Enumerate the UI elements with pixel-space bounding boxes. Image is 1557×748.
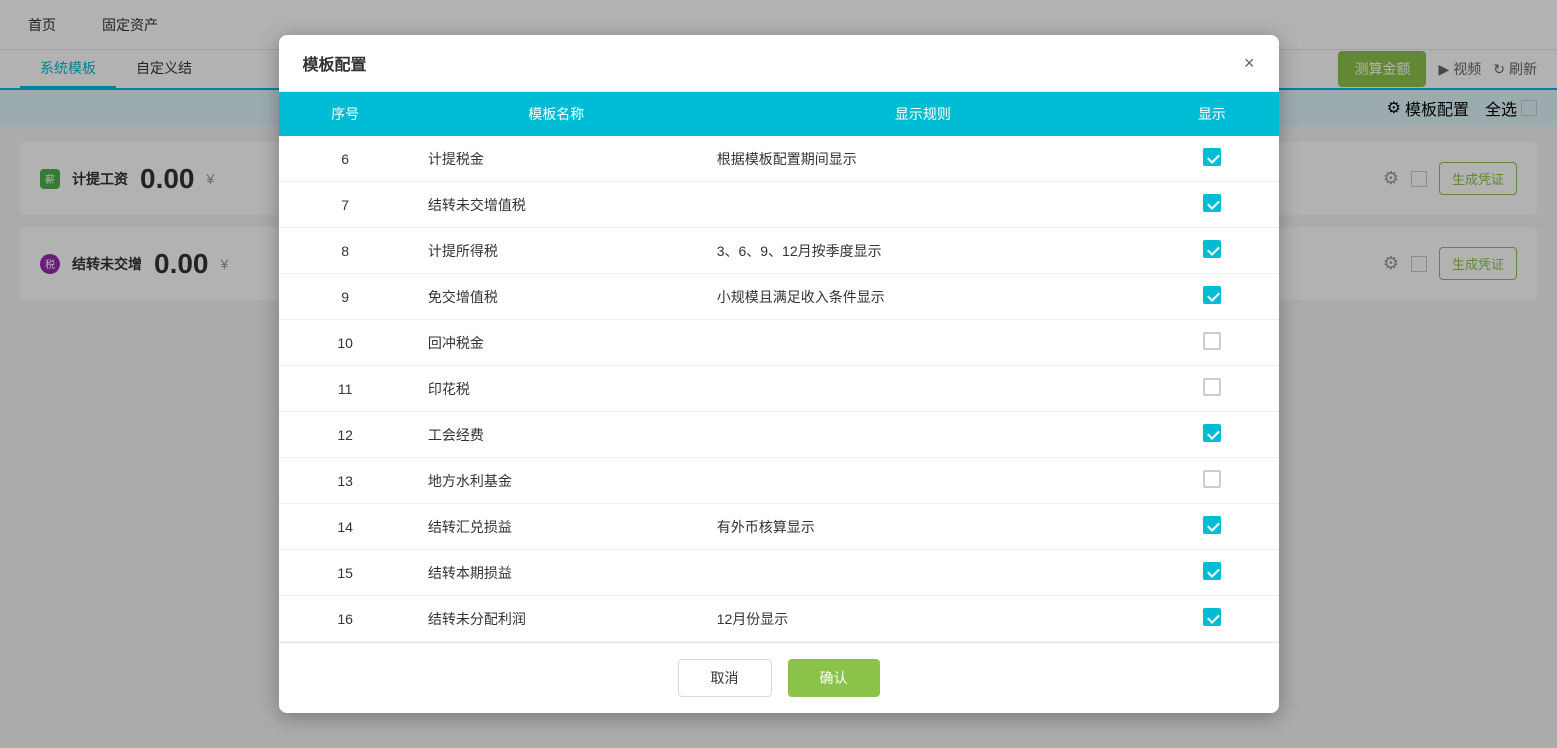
cell-name: 回冲税金 [412,320,701,366]
cell-checkbox [1145,182,1278,228]
cell-rule [701,550,1145,596]
cell-id: 7 [279,182,412,228]
table-header: 序号 模板名称 显示规则 显示 [279,92,1279,136]
cell-checkbox [1145,274,1278,320]
cell-id: 9 [279,274,412,320]
row-checkbox[interactable] [1203,378,1221,396]
cell-checkbox [1145,504,1278,550]
cell-id: 15 [279,550,412,596]
table-row: 13地方水利基金 [279,458,1279,504]
modal-close-button[interactable]: × [1244,54,1255,72]
modal-body: 序号 模板名称 显示规则 显示 6计提税金根据模板配置期间显示7结转未交增值税8… [279,92,1279,642]
row-checkbox[interactable] [1203,424,1221,442]
cell-checkbox [1145,366,1278,412]
row-checkbox[interactable] [1203,562,1221,580]
cell-name: 计提所得税 [412,228,701,274]
row-checkbox[interactable] [1203,470,1221,488]
cell-rule: 12月份显示 [701,596,1145,642]
table-row: 7结转未交增值税 [279,182,1279,228]
cell-id: 12 [279,412,412,458]
cell-id: 11 [279,366,412,412]
row-checkbox[interactable] [1203,332,1221,350]
table-row: 9免交增值税小规模且满足收入条件显示 [279,274,1279,320]
col-header-rule: 显示规则 [701,92,1145,136]
row-checkbox[interactable] [1203,240,1221,258]
table-row: 10回冲税金 [279,320,1279,366]
cell-name: 结转未分配利润 [412,596,701,642]
cell-rule [701,366,1145,412]
config-table: 序号 模板名称 显示规则 显示 6计提税金根据模板配置期间显示7结转未交增值税8… [279,92,1279,642]
cell-rule: 3、6、9、12月按季度显示 [701,228,1145,274]
table-row: 15结转本期损益 [279,550,1279,596]
table-row: 14结转汇兑损益有外币核算显示 [279,504,1279,550]
cell-name: 结转未交增值税 [412,182,701,228]
cell-rule [701,412,1145,458]
cell-id: 6 [279,136,412,182]
cell-rule: 根据模板配置期间显示 [701,136,1145,182]
cell-id: 13 [279,458,412,504]
table-row: 6计提税金根据模板配置期间显示 [279,136,1279,182]
col-header-id: 序号 [279,92,412,136]
cell-checkbox [1145,228,1278,274]
row-checkbox[interactable] [1203,516,1221,534]
cancel-button[interactable]: 取消 [678,659,772,697]
cell-name: 工会经费 [412,412,701,458]
cell-id: 8 [279,228,412,274]
cell-id: 16 [279,596,412,642]
cell-name: 结转本期损益 [412,550,701,596]
cell-name: 印花税 [412,366,701,412]
template-config-modal: 模板配置 × 序号 模板名称 显示规则 显示 6计提税金根据模板配置期间显示7结… [279,35,1279,713]
row-checkbox[interactable] [1203,286,1221,304]
col-header-name: 模板名称 [412,92,701,136]
cell-checkbox [1145,458,1278,504]
cell-rule: 有外币核算显示 [701,504,1145,550]
modal-header: 模板配置 × [279,35,1279,92]
modal-overlay: 模板配置 × 序号 模板名称 显示规则 显示 6计提税金根据模板配置期间显示7结… [0,0,1557,748]
row-checkbox[interactable] [1203,148,1221,166]
modal-title: 模板配置 [303,51,367,75]
cell-checkbox [1145,136,1278,182]
cell-rule [701,458,1145,504]
cell-checkbox [1145,550,1278,596]
cell-rule: 小规模且满足收入条件显示 [701,274,1145,320]
cell-name: 结转汇兑损益 [412,504,701,550]
cell-name: 免交增值税 [412,274,701,320]
row-checkbox[interactable] [1203,608,1221,626]
cell-name: 地方水利基金 [412,458,701,504]
cell-id: 10 [279,320,412,366]
cell-name: 计提税金 [412,136,701,182]
confirm-button[interactable]: 确认 [788,659,880,697]
cell-checkbox [1145,412,1278,458]
table-row: 8计提所得税3、6、9、12月按季度显示 [279,228,1279,274]
row-checkbox[interactable] [1203,194,1221,212]
table-row: 16结转未分配利润12月份显示 [279,596,1279,642]
cell-checkbox [1145,596,1278,642]
col-header-show: 显示 [1145,92,1278,136]
cell-rule [701,320,1145,366]
cell-rule [701,182,1145,228]
cell-id: 14 [279,504,412,550]
modal-footer: 取消 确认 [279,642,1279,713]
table-row: 11印花税 [279,366,1279,412]
table-body: 6计提税金根据模板配置期间显示7结转未交增值税8计提所得税3、6、9、12月按季… [279,136,1279,642]
table-row: 12工会经费 [279,412,1279,458]
cell-checkbox [1145,320,1278,366]
